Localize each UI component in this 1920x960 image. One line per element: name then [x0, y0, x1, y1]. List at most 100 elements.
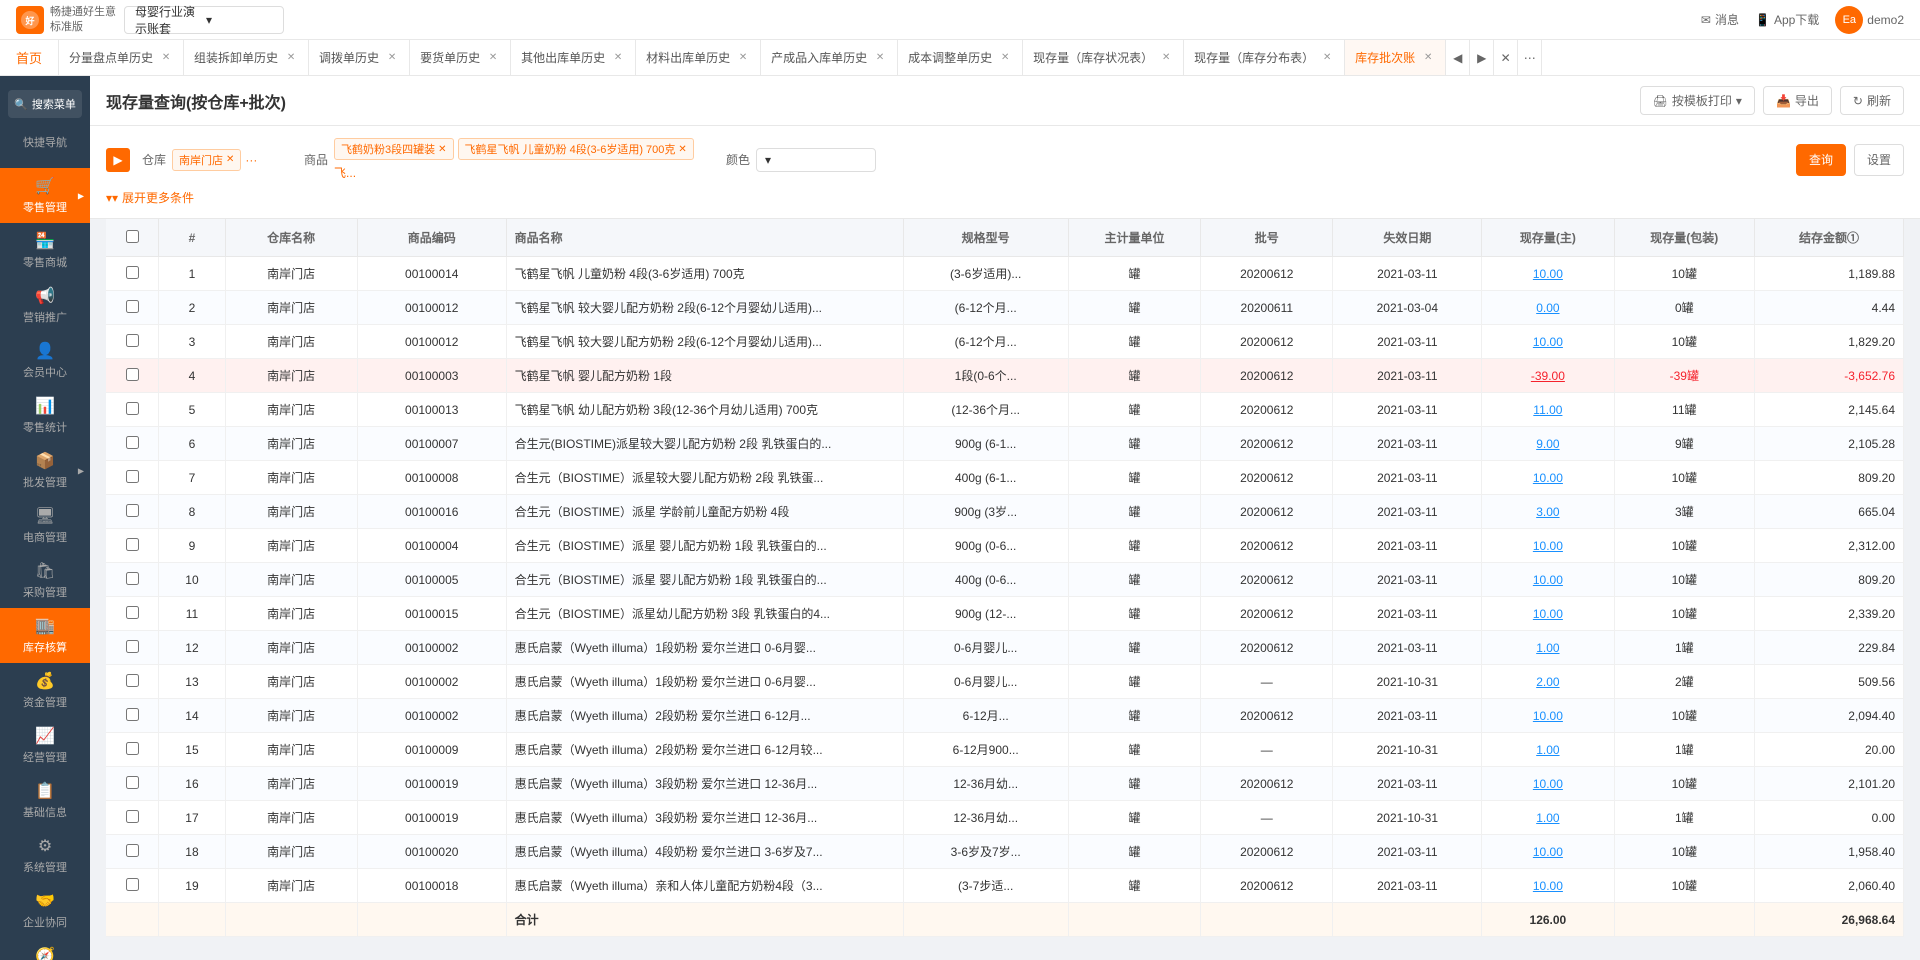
tab-chancheng[interactable]: 产成品入库单历史 ✕	[761, 40, 898, 76]
row-stock-main[interactable]: 10.00	[1482, 597, 1614, 631]
row-checkbox[interactable]	[106, 869, 159, 903]
close-icon[interactable]: ✕	[873, 51, 887, 65]
sidebar-item-retail-mgmt[interactable]: 🛒 零售管理 ▶	[0, 168, 90, 223]
row-checkbox[interactable]	[106, 427, 159, 461]
row-checkbox[interactable]	[106, 767, 159, 801]
sidebar-item-wholesale[interactable]: 📦 批发管理 ▶	[0, 443, 90, 498]
close-icon[interactable]: ✕	[736, 51, 750, 65]
close-icon[interactable]: ✕	[486, 51, 500, 65]
query-btn[interactable]: 查询	[1796, 144, 1846, 176]
close-icon[interactable]: ✕	[284, 51, 298, 65]
row-checkbox[interactable]	[106, 529, 159, 563]
row-stock-main[interactable]: 10.00	[1482, 699, 1614, 733]
tab-fenpan[interactable]: 分量盘点单历史 ✕	[59, 40, 184, 76]
sidebar-item-inventory[interactable]: 🏬 库存核算	[0, 608, 90, 663]
filter-expand-arrow[interactable]: ▶	[106, 148, 130, 172]
product-more-btn[interactable]: 飞...	[334, 164, 356, 181]
row-stock-main[interactable]: 10.00	[1482, 257, 1614, 291]
expand-conditions-btn[interactable]: ▾▾ 展开更多条件	[106, 189, 1904, 206]
sidebar-item-newguide[interactable]: 🧭 新手引导	[0, 938, 90, 960]
message-btn[interactable]: ✉ 消息	[1701, 11, 1739, 28]
row-checkbox[interactable]	[106, 597, 159, 631]
row-checkbox[interactable]	[106, 257, 159, 291]
tab-home[interactable]: 首页	[0, 40, 59, 76]
refresh-btn[interactable]: ↻ 刷新	[1840, 86, 1904, 115]
row-checkbox[interactable]	[106, 665, 159, 699]
row-checkbox[interactable]	[106, 359, 159, 393]
tab-zuzhuan[interactable]: 组装拆卸单历史 ✕	[184, 40, 309, 76]
tab-kupicizh[interactable]: 库存批次账 ✕	[1345, 40, 1446, 76]
sidebar-item-operation[interactable]: 📈 经营管理	[0, 718, 90, 773]
tab-close-all-btn[interactable]: ✕	[1494, 40, 1518, 76]
filter-more-btn[interactable]: ···	[245, 153, 257, 167]
sidebar-item-system[interactable]: ⚙ 系统管理	[0, 828, 90, 883]
tab-expand-btn[interactable]: ⋯	[1518, 40, 1542, 76]
tab-qitachu[interactable]: 其他出库单历史 ✕	[511, 40, 636, 76]
close-icon[interactable]: ✕	[159, 51, 173, 65]
close-icon[interactable]: ✕	[1320, 51, 1334, 65]
row-stock-main[interactable]: 1.00	[1482, 801, 1614, 835]
tab-xiancun2[interactable]: 现存量（库存分布表） ✕	[1184, 40, 1345, 76]
row-stock-main[interactable]: 9.00	[1482, 427, 1614, 461]
tab-cailiao[interactable]: 材料出库单历史 ✕	[636, 40, 761, 76]
row-stock-main[interactable]: 10.00	[1482, 325, 1614, 359]
user-menu[interactable]: Ea demo2	[1835, 6, 1904, 34]
search-menu-btn[interactable]: 🔍 搜索菜单	[8, 90, 82, 118]
row-stock-main[interactable]: 10.00	[1482, 835, 1614, 869]
row-stock-main[interactable]: 10.00	[1482, 563, 1614, 597]
row-stock-main[interactable]: -39.00	[1482, 359, 1614, 393]
th-checkbox[interactable]	[106, 219, 159, 257]
remove-tag-icon[interactable]: ✕	[438, 144, 446, 155]
tab-next-btn[interactable]: ▶	[1470, 40, 1494, 76]
sidebar-item-member[interactable]: 👤 会员中心	[0, 333, 90, 388]
row-checkbox[interactable]	[106, 835, 159, 869]
sidebar-item-retail-stats[interactable]: 📊 零售统计	[0, 388, 90, 443]
row-checkbox[interactable]	[106, 461, 159, 495]
company-selector[interactable]: 母婴行业演示账套 ▾	[124, 6, 284, 34]
app-download-btn[interactable]: 📱 App下载	[1755, 11, 1819, 28]
tab-chengben[interactable]: 成本调整单历史 ✕	[898, 40, 1023, 76]
close-icon[interactable]: ✕	[611, 51, 625, 65]
row-checkbox[interactable]	[106, 291, 159, 325]
row-stock-main[interactable]: 11.00	[1482, 393, 1614, 427]
remove-tag-icon[interactable]: ✕	[226, 154, 234, 165]
print-btn[interactable]: 🖨 按模板打印 ▾	[1640, 86, 1755, 115]
row-stock-main[interactable]: 0.00	[1482, 291, 1614, 325]
select-all-checkbox[interactable]	[126, 230, 139, 243]
close-icon[interactable]: ✕	[385, 51, 399, 65]
quick-nav-btn[interactable]: 快捷导航	[8, 128, 82, 156]
close-icon[interactable]: ✕	[998, 51, 1012, 65]
row-stock-main[interactable]: 10.00	[1482, 767, 1614, 801]
row-stock-main[interactable]: 10.00	[1482, 869, 1614, 903]
sidebar-item-ecommerce[interactable]: 🖥 电商管理	[0, 498, 90, 553]
settings-btn[interactable]: 设置	[1854, 144, 1904, 176]
remove-tag-icon[interactable]: ✕	[678, 144, 686, 155]
row-stock-main[interactable]: 1.00	[1482, 631, 1614, 665]
close-icon[interactable]: ✕	[1159, 51, 1173, 65]
row-stock-main[interactable]: 10.00	[1482, 461, 1614, 495]
sidebar-item-enterprise[interactable]: 🤝 企业协同	[0, 883, 90, 938]
tab-yaohuo[interactable]: 要货单历史 ✕	[410, 40, 511, 76]
color-select[interactable]: ▾	[756, 148, 876, 172]
export-btn[interactable]: 📥 导出	[1763, 86, 1832, 115]
row-checkbox[interactable]	[106, 699, 159, 733]
row-checkbox[interactable]	[106, 733, 159, 767]
row-checkbox[interactable]	[106, 801, 159, 835]
row-checkbox[interactable]	[106, 631, 159, 665]
sidebar-item-basic[interactable]: 📋 基础信息	[0, 773, 90, 828]
row-checkbox[interactable]	[106, 325, 159, 359]
row-stock-main[interactable]: 10.00	[1482, 529, 1614, 563]
tab-xiancun1[interactable]: 现存量（库存状况表） ✕	[1023, 40, 1184, 76]
sidebar-item-purchase[interactable]: 🛍 采购管理	[0, 553, 90, 608]
tab-prev-btn[interactable]: ◀	[1446, 40, 1470, 76]
row-stock-main[interactable]: 2.00	[1482, 665, 1614, 699]
row-stock-main[interactable]: 1.00	[1482, 733, 1614, 767]
sidebar-item-retail-shop[interactable]: 🏪 零售商城	[0, 223, 90, 278]
row-checkbox[interactable]	[106, 563, 159, 597]
row-stock-main[interactable]: 3.00	[1482, 495, 1614, 529]
sidebar-item-marketing[interactable]: 📢 营销推广	[0, 278, 90, 333]
row-checkbox[interactable]	[106, 393, 159, 427]
row-checkbox[interactable]	[106, 495, 159, 529]
close-icon[interactable]: ✕	[1421, 51, 1435, 65]
tab-diaob[interactable]: 调拨单历史 ✕	[309, 40, 410, 76]
